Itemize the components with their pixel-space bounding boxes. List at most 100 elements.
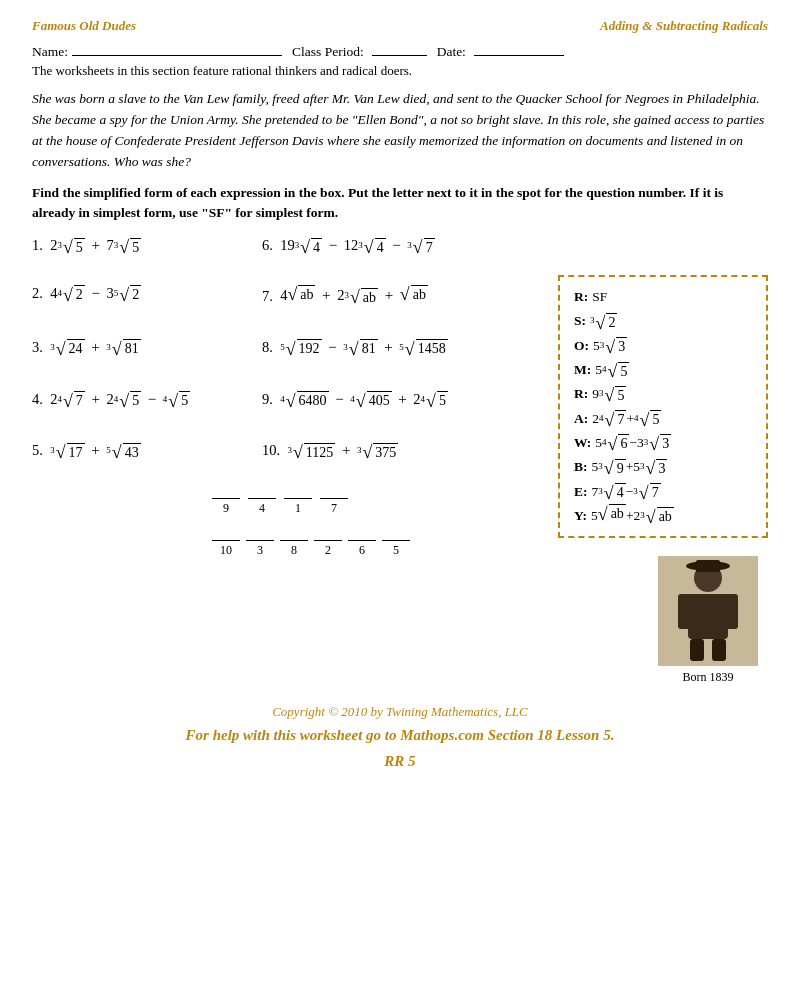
period-line	[372, 55, 427, 56]
grid-cell-8	[280, 524, 308, 541]
ans-letter-E: E:	[574, 480, 588, 504]
prob-10-num: 10.	[262, 442, 284, 458]
grid-num-9: 9	[212, 501, 240, 516]
problem-5: 5. 3√17 + 5√43	[32, 442, 262, 462]
name-row: Name: Class Period: Date:	[32, 44, 768, 60]
prob-10-expr: 3√1125 + 3√375	[287, 442, 398, 458]
ans-letter-Y: Y:	[574, 504, 587, 528]
header-right: Adding & Subtracting Radicals	[600, 18, 768, 34]
grid-num-3: 3	[246, 543, 274, 558]
person-photo	[658, 556, 758, 666]
date-line	[474, 55, 564, 56]
ans-row-O: O: 53√3	[574, 334, 752, 358]
grid-num-4: 4	[248, 501, 276, 516]
problem-8: 8. 5√192 − 3√81 + 5√1458	[262, 339, 448, 359]
problem-row-5-10: 5. 3√17 + 5√43 10. 3√1125 + 3√375	[32, 442, 551, 462]
prob-8-expr: 5√192 − 3√81 + 5√1458	[280, 339, 448, 355]
svg-rect-4	[722, 594, 738, 629]
name-line	[72, 55, 282, 56]
grid-cell-2	[314, 524, 342, 541]
prob-9-num: 9.	[262, 391, 277, 407]
photo-caption: Born 1839	[648, 670, 768, 685]
grid-cell-4	[248, 482, 276, 499]
copyright: Copyright © 2010 by Twining Mathematics,…	[32, 701, 768, 723]
grid-cell-10	[212, 524, 240, 541]
ans-row-B: B: 53√9+53√3	[574, 455, 752, 479]
grid-num-1: 1	[284, 501, 312, 516]
ans-row-S: S: 3√2	[574, 309, 752, 333]
ans-letter-R2: R:	[574, 382, 588, 406]
ans-row-Y: Y: 5√ab+23√ab	[574, 504, 752, 528]
problem-row-3-8: 3. 3√24 + 3√81 8. 5√192 − 3√81 + 5√1458	[32, 339, 551, 359]
problem-1: 1. 23√5 + 73√5	[32, 237, 262, 257]
ans-expr-W: 54√6−33√3	[595, 431, 671, 455]
ans-expr-O: 53√3	[593, 334, 627, 358]
ans-row-E: E: 73√4−3√7	[574, 480, 752, 504]
footer: Copyright © 2010 by Twining Mathematics,…	[32, 701, 768, 774]
ans-expr-A: 24√7+4√5	[592, 407, 661, 431]
class-period-label: Class Period:	[292, 44, 364, 60]
problem-row-4-9: 4. 24√7 + 24√5 − 4√5 9. 4√6480 − 4√405 +…	[32, 391, 551, 411]
ans-expr-Y: 5√ab+23√ab	[591, 504, 674, 528]
grid-num-2: 2	[314, 543, 342, 558]
grid-num-10: 10	[212, 543, 240, 558]
prob-6-num: 6.	[262, 237, 277, 253]
problem-2: 2. 44√2 − 35√2	[32, 285, 262, 305]
header-row: Famous Old Dudes Adding & Subtracting Ra…	[32, 18, 768, 34]
ans-letter-S: S:	[574, 309, 586, 333]
footer-sub: RR 5	[32, 749, 768, 775]
prob-6-expr: 193√4 − 123√4 − 3√7	[280, 237, 435, 253]
svg-rect-5	[690, 639, 704, 661]
ans-letter-O: O:	[574, 334, 589, 358]
grid-cell-9	[212, 482, 240, 499]
problem-9: 9. 4√6480 − 4√405 + 24√5	[262, 391, 448, 411]
prob-2-expr: 44√2 − 35√2	[50, 285, 141, 301]
footer-main: For help with this worksheet go to Matho…	[32, 723, 768, 749]
prob-3-expr: 3√24 + 3√81	[50, 339, 141, 355]
grid-cell-6	[348, 524, 376, 541]
ans-letter-W: W:	[574, 431, 591, 455]
ans-expr-B: 53√9+53√3	[592, 455, 668, 479]
subtitle: The worksheets in this section feature r…	[32, 63, 768, 79]
svg-rect-3	[678, 594, 694, 629]
problem-7: 7. 4√ab + 23√ab + √ab	[262, 285, 428, 307]
grid-num-7: 7	[320, 501, 348, 516]
ans-row-W: W: 54√6−33√3	[574, 431, 752, 455]
name-label: Name:	[32, 44, 68, 60]
grid-cell-1	[284, 482, 312, 499]
prob-7-expr: 4√ab + 23√ab + √ab	[280, 287, 428, 303]
prob-1-num: 1.	[32, 237, 47, 253]
grid-cell-3	[246, 524, 274, 541]
ans-expr-S: 3√2	[590, 309, 617, 333]
ans-expr-E: 73√4−3√7	[592, 480, 661, 504]
photo-area: Born 1839	[648, 556, 768, 685]
problem-4: 4. 24√7 + 24√5 − 4√5	[32, 391, 262, 411]
intro-text: She was born a slave to the Van Lew fami…	[32, 89, 768, 173]
grid-num-8: 8	[280, 543, 308, 558]
prob-2-num: 2.	[32, 285, 47, 301]
prob-8-num: 8.	[262, 339, 277, 355]
problems-section: 1. 23√5 + 73√5 6. 193√4 − 123√4 − 3√7	[32, 237, 551, 558]
grid-cell-7	[320, 482, 348, 499]
prob-9-expr: 4√6480 − 4√405 + 24√5	[280, 391, 448, 407]
grid-num-6: 6	[348, 543, 376, 558]
ans-expr-M: 54√5	[595, 358, 629, 382]
answer-box: R: SF S: 3√2 O: 53√3 M: 54√5	[558, 275, 768, 538]
ans-letter-B: B:	[574, 455, 588, 479]
svg-rect-6	[712, 639, 726, 661]
problem-3: 3. 3√24 + 3√81	[32, 339, 262, 359]
header-left: Famous Old Dudes	[32, 18, 136, 34]
prob-4-expr: 24√7 + 24√5 − 4√5	[50, 391, 190, 407]
ans-row-R2: R: 93√5	[574, 382, 752, 406]
ans-row-A: A: 24√7+4√5	[574, 407, 752, 431]
problem-row-2-7: 2. 44√2 − 35√2 7. 4√ab + 23√ab + √ab	[32, 285, 551, 307]
problem-row-1-6: 1. 23√5 + 73√5 6. 193√4 − 123√4 − 3√7	[32, 237, 551, 257]
ans-letter-A: A:	[574, 407, 588, 431]
prob-7-num: 7.	[262, 287, 277, 303]
ans-expr-R1: SF	[592, 285, 607, 309]
prob-5-expr: 3√17 + 5√43	[50, 442, 141, 458]
ans-row-M: M: 54√5	[574, 358, 752, 382]
ans-expr-R2: 93√5	[592, 382, 626, 406]
ans-letter-R1: R:	[574, 285, 588, 309]
date-label: Date:	[437, 44, 466, 60]
